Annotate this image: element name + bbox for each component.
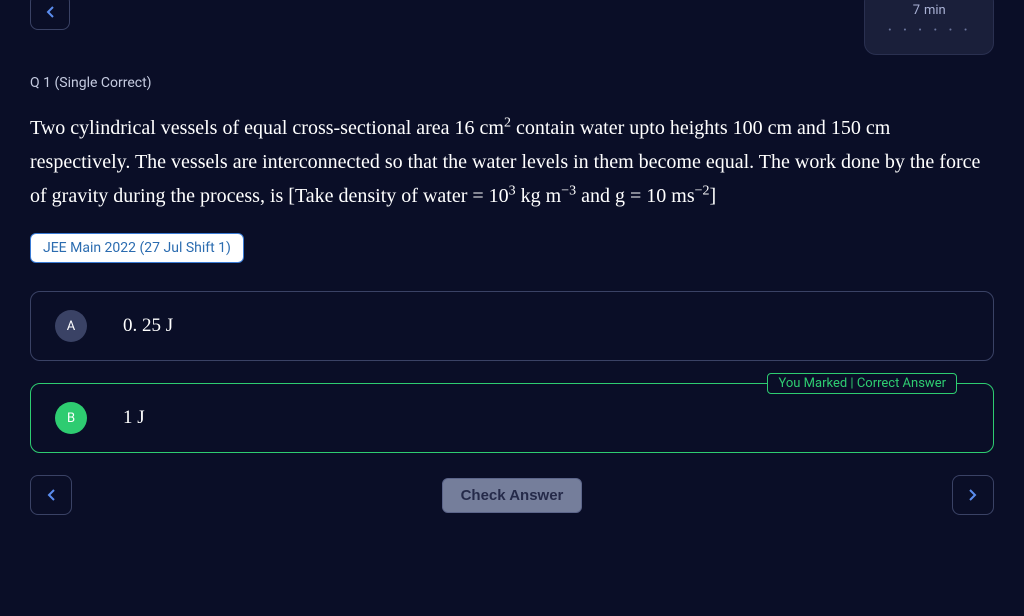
option-a[interactable]: A 0. 25 J bbox=[30, 291, 994, 361]
check-answer-button[interactable]: Check Answer bbox=[442, 478, 583, 513]
prev-button[interactable] bbox=[30, 475, 72, 515]
question-header: Q 1 (Single Correct) bbox=[30, 75, 994, 91]
timer-widget: 7 min · · · · · · bbox=[864, 0, 994, 55]
chevron-left-icon bbox=[45, 5, 55, 19]
timer-unit: min bbox=[924, 3, 946, 18]
source-tag[interactable]: JEE Main 2022 (27 Jul Shift 1) bbox=[30, 233, 244, 263]
option-letter: A bbox=[55, 310, 87, 342]
option-text: 0. 25 J bbox=[123, 315, 173, 337]
option-b[interactable]: You Marked | Correct Answer B 1 J bbox=[30, 383, 994, 453]
option-letter: B bbox=[55, 402, 87, 434]
timer-dots-icon: · · · · · · bbox=[887, 26, 971, 36]
chevron-right-icon bbox=[968, 488, 978, 502]
options-list: A 0. 25 J You Marked | Correct Answer B … bbox=[30, 291, 994, 453]
question-text: Two cylindrical vessels of equal cross-s… bbox=[30, 111, 994, 213]
status-badge: You Marked | Correct Answer bbox=[767, 373, 957, 394]
question-type: (Single Correct) bbox=[54, 75, 151, 91]
chevron-left-icon bbox=[46, 488, 56, 502]
option-text: 1 J bbox=[123, 407, 145, 429]
question-number: Q 1 bbox=[30, 75, 51, 91]
next-button[interactable] bbox=[952, 475, 994, 515]
timer-value: 7 bbox=[913, 3, 920, 18]
back-button[interactable] bbox=[30, 0, 70, 30]
